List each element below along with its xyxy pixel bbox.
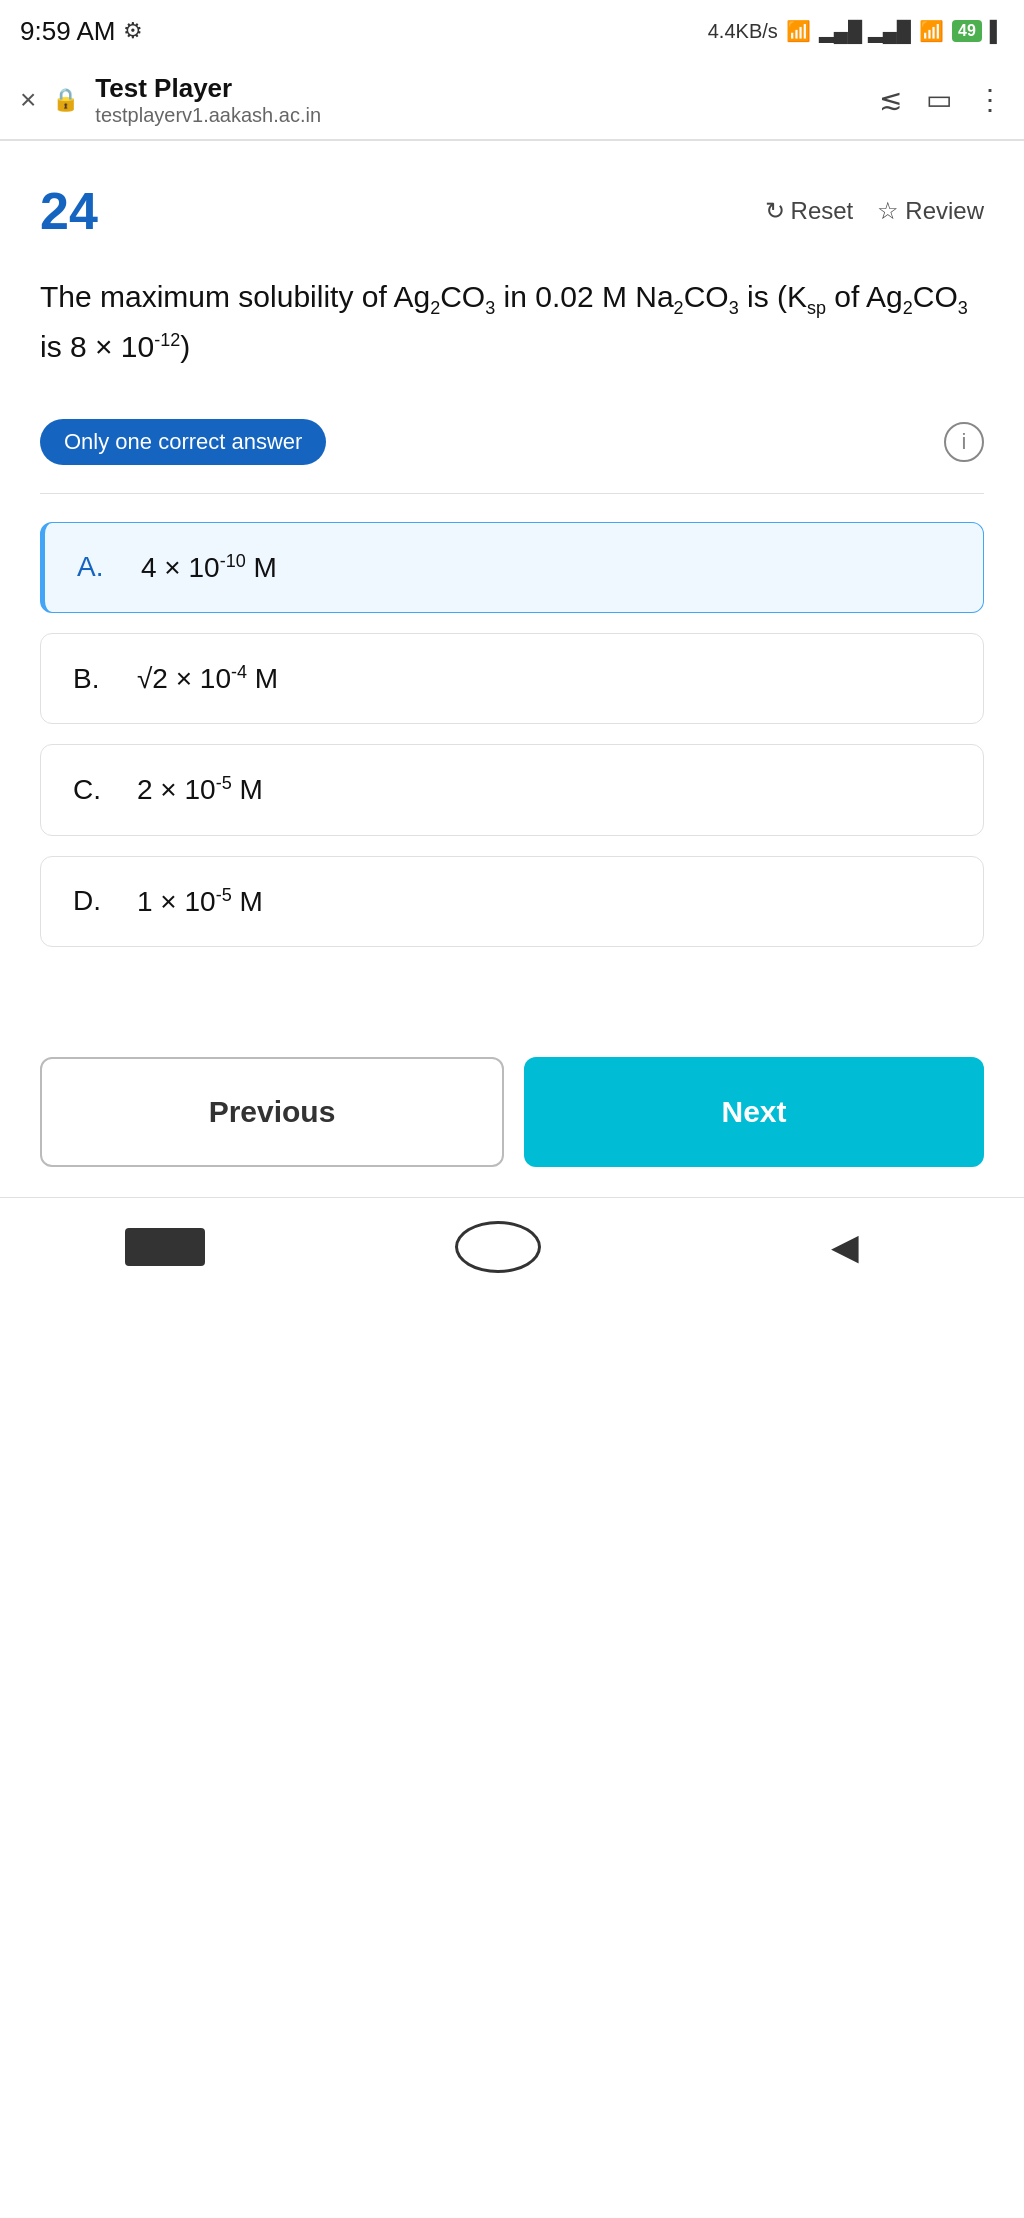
bookmark-icon[interactable]: ▭ [926,83,952,116]
option-d[interactable]: D. 1 × 10-5 M [40,856,984,947]
option-b-text: √2 × 10-4 M [137,662,278,695]
next-button[interactable]: Next [524,1057,984,1167]
reset-label: Reset [791,197,854,225]
status-right: 4.4KB/s 📶 ▂▄█ ▂▄█ 📶 49 ▌ [708,19,1004,43]
answer-type-row: Only one correct answer i [40,419,984,465]
option-b-label: B. [73,663,113,695]
browser-close-icon[interactable]: × [20,84,36,116]
browser-url: testplayerv1.aakash.ac.in [95,104,863,127]
lock-icon: 🔒 [52,87,79,113]
star-icon: ☆ [877,197,899,225]
signal-icons: ▂▄█ ▂▄█ [819,19,911,43]
review-label: Review [905,197,984,225]
option-c-text: 2 × 10-5 M [137,773,263,806]
browser-actions: ≲ ▭ ⋮ [879,83,1004,116]
network-speed: 4.4KB/s [708,20,778,43]
reset-button[interactable]: ↻ Reset [765,197,854,225]
option-a-label: A. [77,551,117,583]
status-bar: 9:59 AM ⚙ 4.4KB/s 📶 ▂▄█ ▂▄█ 📶 49 ▌ [0,0,1024,60]
question-text: The maximum solubility of Ag2CO3 in 0.02… [40,273,984,371]
status-time: 9:59 AM [20,16,115,47]
previous-button[interactable]: Previous [40,1057,504,1167]
more-menu-icon[interactable]: ⋮ [976,83,1004,116]
reset-icon: ↻ [765,197,785,225]
bluetooth-icon: 📶 [786,19,811,43]
browser-bar: × 🔒 Test Player testplayerv1.aakash.ac.i… [0,60,1024,140]
answer-type-badge: Only one correct answer [40,419,326,465]
bottom-nav: ◀ [0,1197,1024,1292]
browser-title-block: Test Player testplayerv1.aakash.ac.in [95,73,863,127]
options-list: A. 4 × 10-10 M B. √2 × 10-4 M C. 2 × 10-… [40,522,984,947]
option-a[interactable]: A. 4 × 10-10 M [40,522,984,613]
battery-level: 49 [952,20,982,42]
option-d-text: 1 × 10-5 M [137,885,263,918]
nav-buttons: Previous Next [0,1037,1024,1197]
review-button[interactable]: ☆ Review [877,197,984,225]
option-a-text: 4 × 10-10 M [141,551,277,584]
square-nav-icon[interactable] [125,1228,205,1266]
option-d-label: D. [73,885,113,917]
main-content: 24 ↻ Reset ☆ Review The maximum solubili… [0,141,1024,1037]
option-b[interactable]: B. √2 × 10-4 M [40,633,984,724]
option-c-label: C. [73,774,113,806]
question-actions: ↻ Reset ☆ Review [765,197,984,225]
wifi-icon: 📶 [919,19,944,43]
back-nav-icon[interactable]: ◀ [791,1218,899,1276]
share-icon[interactable]: ≲ [879,83,902,116]
question-number: 24 [40,181,98,241]
option-c[interactable]: C. 2 × 10-5 M [40,744,984,835]
home-nav-icon[interactable] [455,1221,541,1273]
battery-icon: ▌ [990,20,1004,43]
gear-icon: ⚙ [123,18,143,44]
browser-title: Test Player [95,73,863,104]
question-header: 24 ↻ Reset ☆ Review [40,181,984,241]
info-icon[interactable]: i [944,422,984,462]
section-divider [40,493,984,494]
